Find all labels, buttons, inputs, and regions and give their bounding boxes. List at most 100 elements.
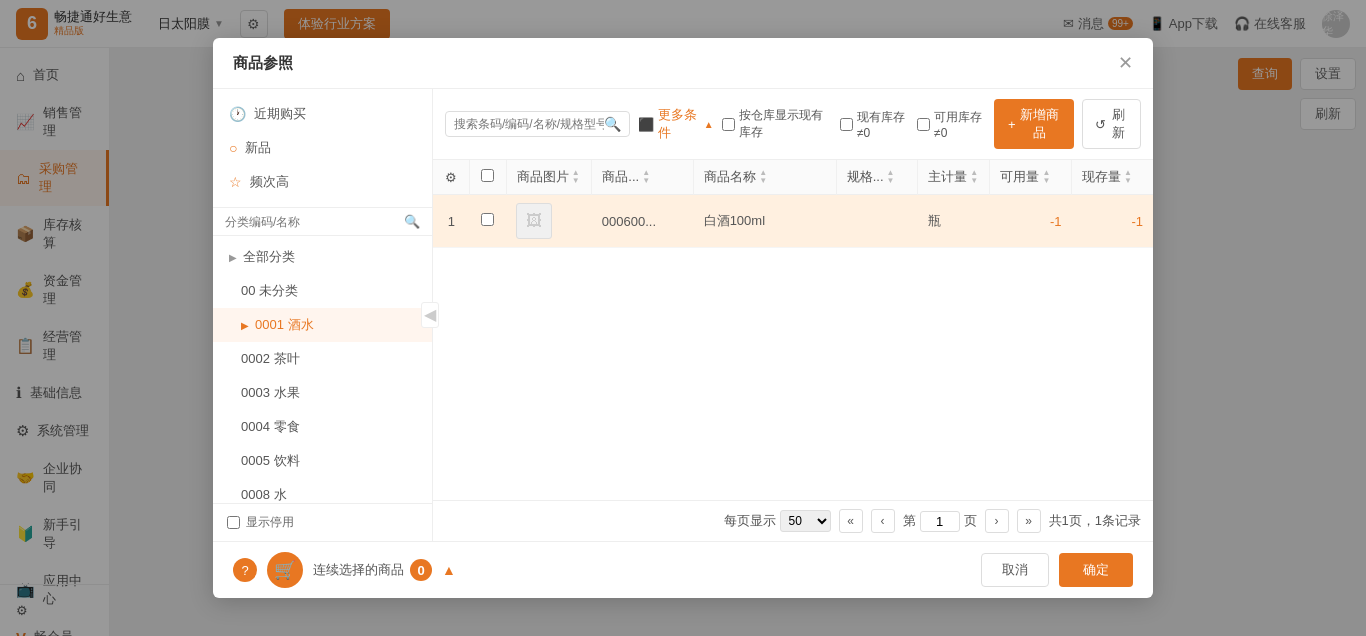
row-available: -1 (990, 195, 1071, 248)
table-row[interactable]: 1 🖼 000600... 白酒100ml (433, 195, 1153, 248)
footer-collapse-icon[interactable]: ▲ (442, 562, 456, 578)
show-disabled-checkbox[interactable] (227, 516, 240, 529)
search-toolbar: 🔍 ⬛ 更多条件 ▲ 按仓库显示现有库存 现有库存≠0 (433, 89, 1153, 160)
page-label: 第 (903, 512, 916, 530)
footer-right: 取消 确定 (981, 553, 1133, 587)
current-stock-filter: 现有库存≠0 (840, 109, 909, 140)
table-header-row: ⚙ 商品图片▲▼ 商品...▲▼ (433, 160, 1153, 195)
selected-count-display: 连续选择的商品 0 (313, 559, 432, 581)
left-panel: 🕐 近期购买 ○ 新品 ☆ 频次高 🔍 (213, 89, 433, 541)
refresh-icon: ↺ (1095, 117, 1106, 132)
current-stock-label[interactable]: 现有库存≠0 (857, 109, 909, 140)
show-disabled-label[interactable]: 显示停用 (246, 514, 294, 531)
filter-icon: ⬛ (638, 117, 654, 132)
row-checkbox-cell[interactable] (470, 195, 507, 248)
category-search-icon[interactable]: 🔍 (404, 214, 420, 229)
category-all[interactable]: ▶ 全部分类 (213, 240, 432, 274)
category-0004[interactable]: 0004 零食 (213, 410, 432, 444)
modal-close-button[interactable]: ✕ (1118, 52, 1133, 74)
search-icon[interactable]: 🔍 (604, 116, 621, 132)
page-size-label: 每页显示 (724, 512, 776, 530)
page-size-selector: 每页显示 50 10 20 100 (724, 510, 831, 532)
product-table: ⚙ 商品图片▲▼ 商品...▲▼ (433, 160, 1153, 248)
row-spec (836, 195, 917, 248)
recent-icon: 🕐 (229, 106, 246, 122)
product-table-container: ⚙ 商品图片▲▼ 商品...▲▼ (433, 160, 1153, 500)
category-00[interactable]: 00 未分类 (213, 274, 432, 308)
available-stock-checkbox[interactable] (917, 118, 930, 131)
refresh-button[interactable]: ↺ 刷新 (1082, 99, 1141, 149)
th-checkbox[interactable] (470, 160, 507, 195)
category-0001[interactable]: ▶ 0001 酒水 (213, 308, 432, 342)
panel-collapse-button[interactable]: ◀ (421, 302, 439, 328)
last-page-button[interactable]: » (1017, 509, 1041, 533)
selected-count-badge: 0 (410, 559, 432, 581)
th-code[interactable]: 商品...▲▼ (592, 160, 694, 195)
category-0002[interactable]: 0002 茶叶 (213, 342, 432, 376)
row-stock: -1 (1071, 195, 1153, 248)
th-unit[interactable]: 主计量▲▼ (918, 160, 990, 195)
product-thumbnail: 🖼 (516, 203, 552, 239)
arrow-active-icon: ▶ (241, 320, 249, 331)
search-box: 🔍 (445, 111, 630, 137)
current-stock-checkbox[interactable] (840, 118, 853, 131)
select-all-checkbox[interactable] (481, 169, 494, 182)
th-name[interactable]: 商品名称▲▼ (694, 160, 837, 195)
th-settings[interactable]: ⚙ (433, 160, 470, 195)
plus-icon: + (1008, 117, 1016, 132)
new-icon: ○ (229, 140, 237, 156)
left-nav-recent[interactable]: 🕐 近期购买 (213, 97, 432, 131)
cancel-button[interactable]: 取消 (981, 553, 1049, 587)
prev-page-button[interactable]: ‹ (871, 509, 895, 533)
th-spec[interactable]: 规格...▲▼ (836, 160, 917, 195)
left-nav-new[interactable]: ○ 新品 (213, 131, 432, 165)
row-index: 1 (433, 195, 470, 248)
row-checkbox[interactable] (481, 213, 494, 226)
toolbar-right: + 新增商品 ↺ 刷新 (994, 99, 1141, 149)
row-name: 白酒100ml (694, 195, 837, 248)
footer-left: ? 🛒 连续选择的商品 0 ▲ (233, 552, 456, 588)
left-nav: 🕐 近期购买 ○ 新品 ☆ 频次高 (213, 89, 432, 208)
category-0008[interactable]: 0008 水 (213, 478, 432, 503)
help-icon-button[interactable]: ? (233, 558, 257, 582)
modal-body: 🕐 近期购买 ○ 新品 ☆ 频次高 🔍 (213, 89, 1153, 541)
modal-overlay: 商品参照 ✕ 🕐 近期购买 ○ 新品 ☆ 频次高 (0, 0, 1366, 636)
first-page-button[interactable]: « (839, 509, 863, 533)
modal-footer: ? 🛒 连续选择的商品 0 ▲ 取消 确定 (213, 541, 1153, 598)
page-size-select[interactable]: 50 10 20 100 (780, 510, 831, 532)
page-input-group: 第 页 (903, 511, 977, 532)
confirm-button[interactable]: 确定 (1059, 553, 1133, 587)
arrow-icon: ▶ (229, 252, 237, 263)
category-tree: ▶ 全部分类 00 未分类 ▶ 0001 酒水 0002 茶叶 0003 水果 (213, 236, 432, 503)
page-suffix: 页 (964, 512, 977, 530)
row-code: 000600... (592, 195, 694, 248)
th-stock[interactable]: 现存量▲▼ (1071, 160, 1153, 195)
pagination-bar: 每页显示 50 10 20 100 « ‹ 第 页 (433, 500, 1153, 541)
available-stock-filter: 可用库存≠0 (917, 109, 986, 140)
cart-icon-button[interactable]: 🛒 (267, 552, 303, 588)
next-page-button[interactable]: › (985, 509, 1009, 533)
row-unit: 瓶 (918, 195, 990, 248)
chevron-up-icon: ▲ (704, 119, 714, 130)
show-disabled-footer: 显示停用 (213, 503, 432, 541)
category-0005[interactable]: 0005 饮料 (213, 444, 432, 478)
right-panel: 🔍 ⬛ 更多条件 ▲ 按仓库显示现有库存 现有库存≠0 (433, 89, 1153, 541)
product-search-input[interactable] (454, 117, 604, 131)
warehouse-stock-checkbox[interactable] (722, 118, 735, 131)
page-number-input[interactable] (920, 511, 960, 532)
category-0003[interactable]: 0003 水果 (213, 376, 432, 410)
total-info: 共1页，1条记录 (1049, 512, 1141, 530)
modal-title: 商品参照 (233, 54, 293, 73)
available-stock-label[interactable]: 可用库存≠0 (934, 109, 986, 140)
category-search-input[interactable] (225, 215, 404, 229)
row-image-cell: 🖼 (506, 195, 591, 248)
star-icon: ☆ (229, 174, 242, 190)
th-image: 商品图片▲▼ (506, 160, 591, 195)
add-product-button[interactable]: + 新增商品 (994, 99, 1074, 149)
more-filter-button[interactable]: ⬛ 更多条件 ▲ (638, 106, 714, 142)
warehouse-stock-label[interactable]: 按仓库显示现有库存 (739, 107, 832, 141)
selected-text: 连续选择的商品 (313, 561, 404, 579)
th-available[interactable]: 可用量▲▼ (990, 160, 1071, 195)
left-nav-frequent[interactable]: ☆ 频次高 (213, 165, 432, 199)
warehouse-stock-filter: 按仓库显示现有库存 (722, 107, 832, 141)
